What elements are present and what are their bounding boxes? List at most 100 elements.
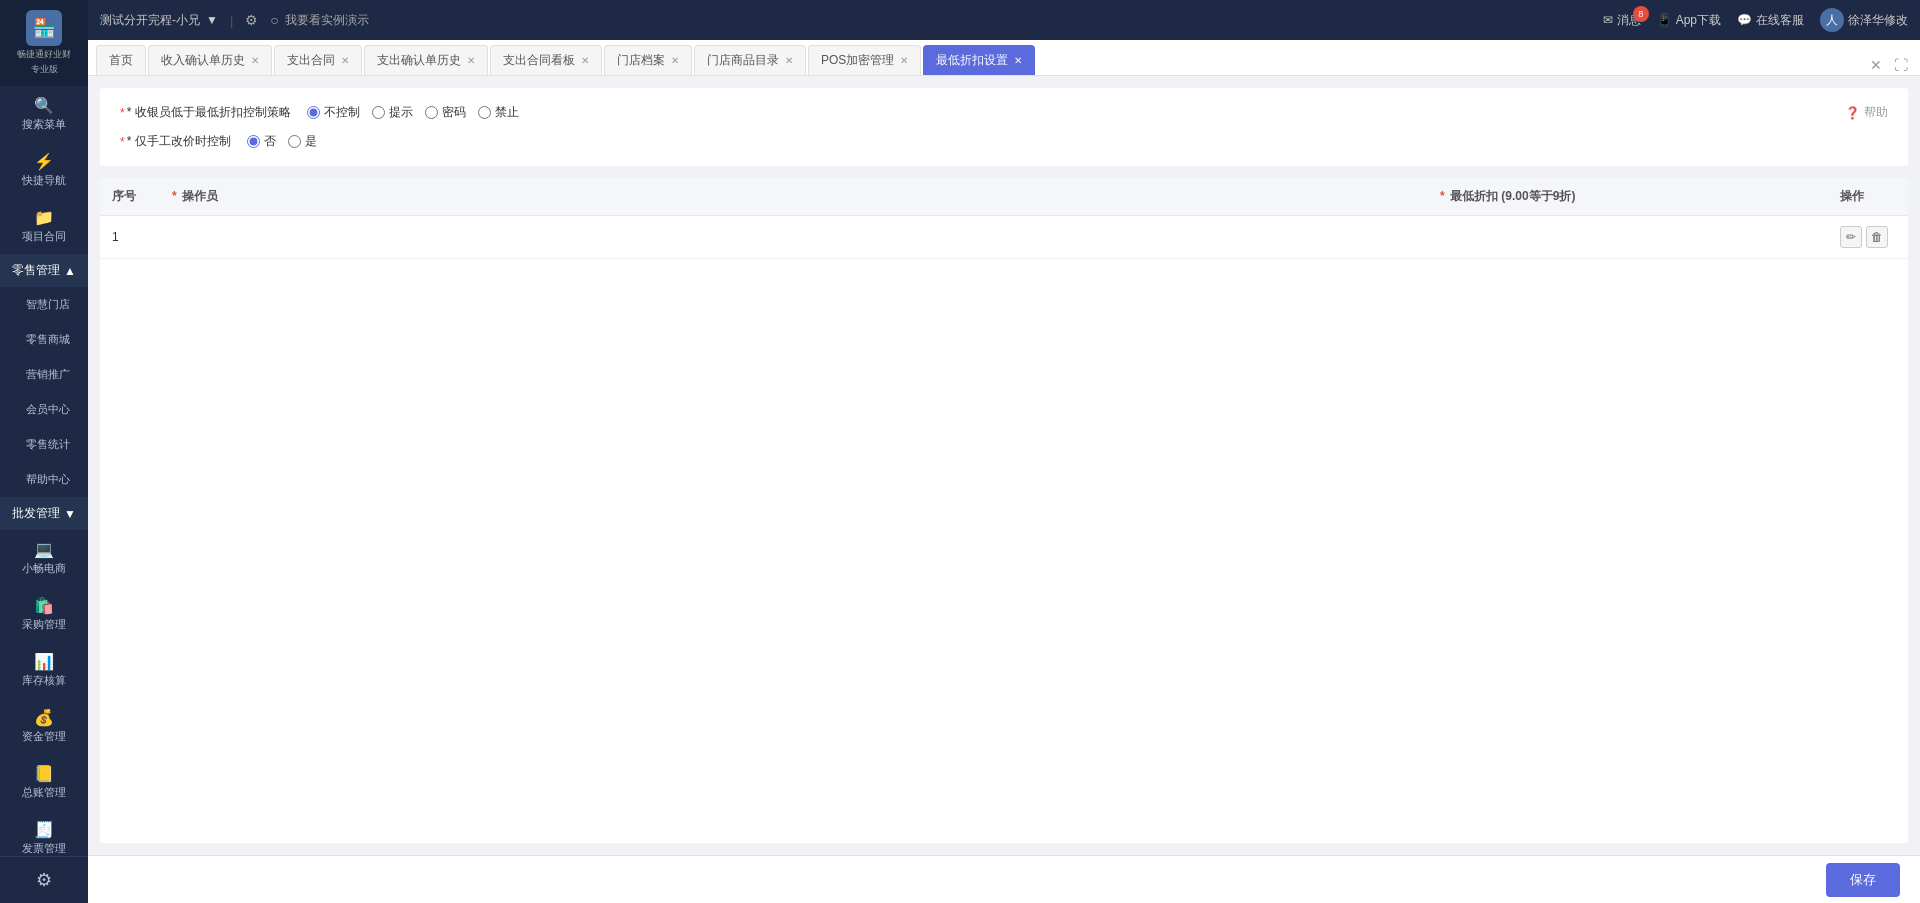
- app-download-icon: 📱: [1657, 13, 1672, 27]
- sidebar-item-purchase-label: 采购管理: [22, 617, 66, 632]
- tab-min-discount-label: 最低折扣设置: [936, 52, 1008, 69]
- col-header-action: 操作: [1828, 178, 1908, 216]
- tab-payment-confirm-label: 支出确认单历史: [377, 52, 461, 69]
- sidebar-item-retail-stats[interactable]: 零售统计: [0, 427, 88, 462]
- tab-store-archive-close[interactable]: ✕: [671, 55, 679, 66]
- sidebar-item-shortcut[interactable]: ⚡ 快捷导航: [0, 142, 88, 198]
- tab-payment-board-label: 支出合同看板: [503, 52, 575, 69]
- tab-min-discount[interactable]: 最低折扣设置 ✕: [923, 45, 1035, 75]
- tab-payment-contract-close[interactable]: ✕: [341, 55, 349, 66]
- tab-income-confirm-close[interactable]: ✕: [251, 55, 259, 66]
- topbar-customer-service[interactable]: 💬 在线客服: [1737, 12, 1804, 29]
- sidebar-item-finance[interactable]: 💰 资金管理: [0, 698, 88, 754]
- topbar-right: ✉ 消息 8 📱 App下载 💬 在线客服 人 徐泽华修改: [1603, 8, 1908, 32]
- tab-payment-contract-label: 支出合同: [287, 52, 335, 69]
- topbar-project[interactable]: 测试分开完程-小兄 ▼: [100, 12, 218, 29]
- radio-forbid[interactable]: 禁止: [478, 104, 519, 121]
- delete-button[interactable]: 🗑: [1866, 226, 1888, 248]
- sidebar-item-retail[interactable]: 零售管理 ▲: [0, 254, 88, 287]
- topbar-demo-text: 我要看实例演示: [285, 12, 369, 29]
- sidebar-item-wholesale[interactable]: 批发管理 ▼: [0, 497, 88, 530]
- logo-icon: 🏪: [26, 10, 62, 46]
- tab-pos-password[interactable]: POS加密管理 ✕: [808, 45, 921, 75]
- user-name: 徐泽华修改: [1848, 12, 1908, 29]
- radio-prompt[interactable]: 提示: [372, 104, 413, 121]
- cell-action: ✏ 🗑: [1828, 216, 1908, 259]
- radio-forbid-label: 禁止: [495, 104, 519, 121]
- sidebar-item-online-store[interactable]: 零售商城: [0, 322, 88, 357]
- sidebar-item-smart-store[interactable]: 智慧门店: [0, 287, 88, 322]
- discount-policy-radio-group: 不控制 提示 密码 禁止: [307, 104, 519, 121]
- radio-password-input[interactable]: [425, 106, 438, 119]
- sidebar-item-marketing[interactable]: 营销推广: [0, 357, 88, 392]
- purchase-icon: 🛍️: [34, 596, 54, 615]
- tab-min-discount-close[interactable]: ✕: [1014, 55, 1022, 66]
- topbar-user[interactable]: 人 徐泽华修改: [1820, 8, 1908, 32]
- tabs-expand-button[interactable]: ⛶: [1890, 55, 1912, 75]
- tab-store-products[interactable]: 门店商品目录 ✕: [694, 45, 806, 75]
- sidebar-navigation: 🔍 搜索菜单 ⚡ 快捷导航 📁 项目合同 零售管理 ▲ 智慧门店 零售商城 营销…: [0, 86, 88, 856]
- col-header-operator: * 操作员: [160, 178, 1428, 216]
- edit-button[interactable]: ✏: [1840, 226, 1862, 248]
- tab-payment-board[interactable]: 支出合同看板 ✕: [490, 45, 602, 75]
- sidebar-item-search[interactable]: 🔍 搜索菜单: [0, 86, 88, 142]
- sidebar-item-shortcut-label: 快捷导航: [22, 173, 66, 188]
- topbar-demo[interactable]: ○ 我要看实例演示: [270, 12, 368, 29]
- tab-payment-confirm-close[interactable]: ✕: [467, 55, 475, 66]
- topbar: 测试分开完程-小兄 ▼ | ⚙ ○ 我要看实例演示 ✉ 消息 8 📱 App下载…: [88, 0, 1920, 40]
- content-area: ❓ 帮助 * * 收银员低于最低折扣控制策略 不控制 提示: [88, 76, 1920, 855]
- radio-password[interactable]: 密码: [425, 104, 466, 121]
- radio-prompt-input[interactable]: [372, 106, 385, 119]
- radio-no-input[interactable]: [247, 135, 260, 148]
- ledger-icon: 📒: [34, 764, 54, 783]
- tab-income-confirm[interactable]: 收入确认单历史 ✕: [148, 45, 272, 75]
- table-panel: 序号 * 操作员 * 最低折扣 (9.00等于9折) 操作: [100, 178, 1908, 843]
- invoice-icon: 🧾: [34, 820, 54, 839]
- avatar: 人: [1820, 8, 1844, 32]
- topbar-settings-icon[interactable]: ⚙: [245, 12, 258, 28]
- tabs-actions: ✕ ⛶: [1866, 55, 1912, 75]
- required-mark-2: *: [120, 135, 125, 149]
- chevron-down-icon: ▼: [64, 507, 76, 521]
- logo-subtitle: 专业版: [31, 63, 58, 76]
- manual-price-row: * * 仅手工改价时控制 否 是: [120, 133, 1888, 150]
- col-header-operator-label: 操作员: [182, 189, 218, 203]
- manual-price-label: * * 仅手工改价时控制: [120, 133, 231, 150]
- sidebar-item-help-center[interactable]: 帮助中心: [0, 462, 88, 497]
- settings-icon[interactable]: ⚙: [36, 869, 52, 891]
- sidebar-item-purchase[interactable]: 🛍️ 采购管理: [0, 586, 88, 642]
- topbar-app-download[interactable]: 📱 App下载: [1657, 12, 1721, 29]
- tab-payment-confirm[interactable]: 支出确认单历史 ✕: [364, 45, 488, 75]
- sidebar-item-member[interactable]: 会员中心: [0, 392, 88, 427]
- radio-yes-input[interactable]: [288, 135, 301, 148]
- radio-no-control[interactable]: 不控制: [307, 104, 360, 121]
- tab-payment-contract[interactable]: 支出合同 ✕: [274, 45, 362, 75]
- sidebar-item-wholesale-label: 批发管理: [12, 505, 60, 522]
- app-download-label: App下载: [1676, 12, 1721, 29]
- sidebar-item-ledger[interactable]: 📒 总账管理: [0, 754, 88, 810]
- finance-icon: 💰: [34, 708, 54, 727]
- cell-operator: [160, 216, 1428, 259]
- topbar-messages[interactable]: ✉ 消息 8: [1603, 12, 1641, 29]
- tab-pos-password-close[interactable]: ✕: [900, 55, 908, 66]
- sidebar-item-project[interactable]: 📁 项目合同: [0, 198, 88, 254]
- tab-payment-board-close[interactable]: ✕: [581, 55, 589, 66]
- message-icon: ✉: [1603, 13, 1613, 27]
- sidebar-item-ecommerce[interactable]: 💻 小畅电商: [0, 530, 88, 586]
- col-header-discount: * 最低折扣 (9.00等于9折): [1428, 178, 1828, 216]
- radio-no[interactable]: 否: [247, 133, 276, 150]
- save-button[interactable]: 保存: [1826, 863, 1900, 897]
- tab-store-products-close[interactable]: ✕: [785, 55, 793, 66]
- radio-password-label: 密码: [442, 104, 466, 121]
- radio-forbid-input[interactable]: [478, 106, 491, 119]
- help-link[interactable]: ❓ 帮助: [1845, 104, 1888, 121]
- sidebar-item-invoice-label: 发票管理: [22, 841, 66, 856]
- sidebar-item-invoice[interactable]: 🧾 发票管理: [0, 810, 88, 856]
- tab-store-archive[interactable]: 门店档案 ✕: [604, 45, 692, 75]
- sidebar: 🏪 畅捷通好业财 专业版 🔍 搜索菜单 ⚡ 快捷导航 📁 项目合同 零售管理 ▲…: [0, 0, 88, 903]
- radio-no-control-input[interactable]: [307, 106, 320, 119]
- tab-home[interactable]: 首页: [96, 45, 146, 75]
- radio-yes[interactable]: 是: [288, 133, 317, 150]
- sidebar-item-inventory[interactable]: 📊 库存核算: [0, 642, 88, 698]
- tabs-close-button[interactable]: ✕: [1866, 55, 1886, 75]
